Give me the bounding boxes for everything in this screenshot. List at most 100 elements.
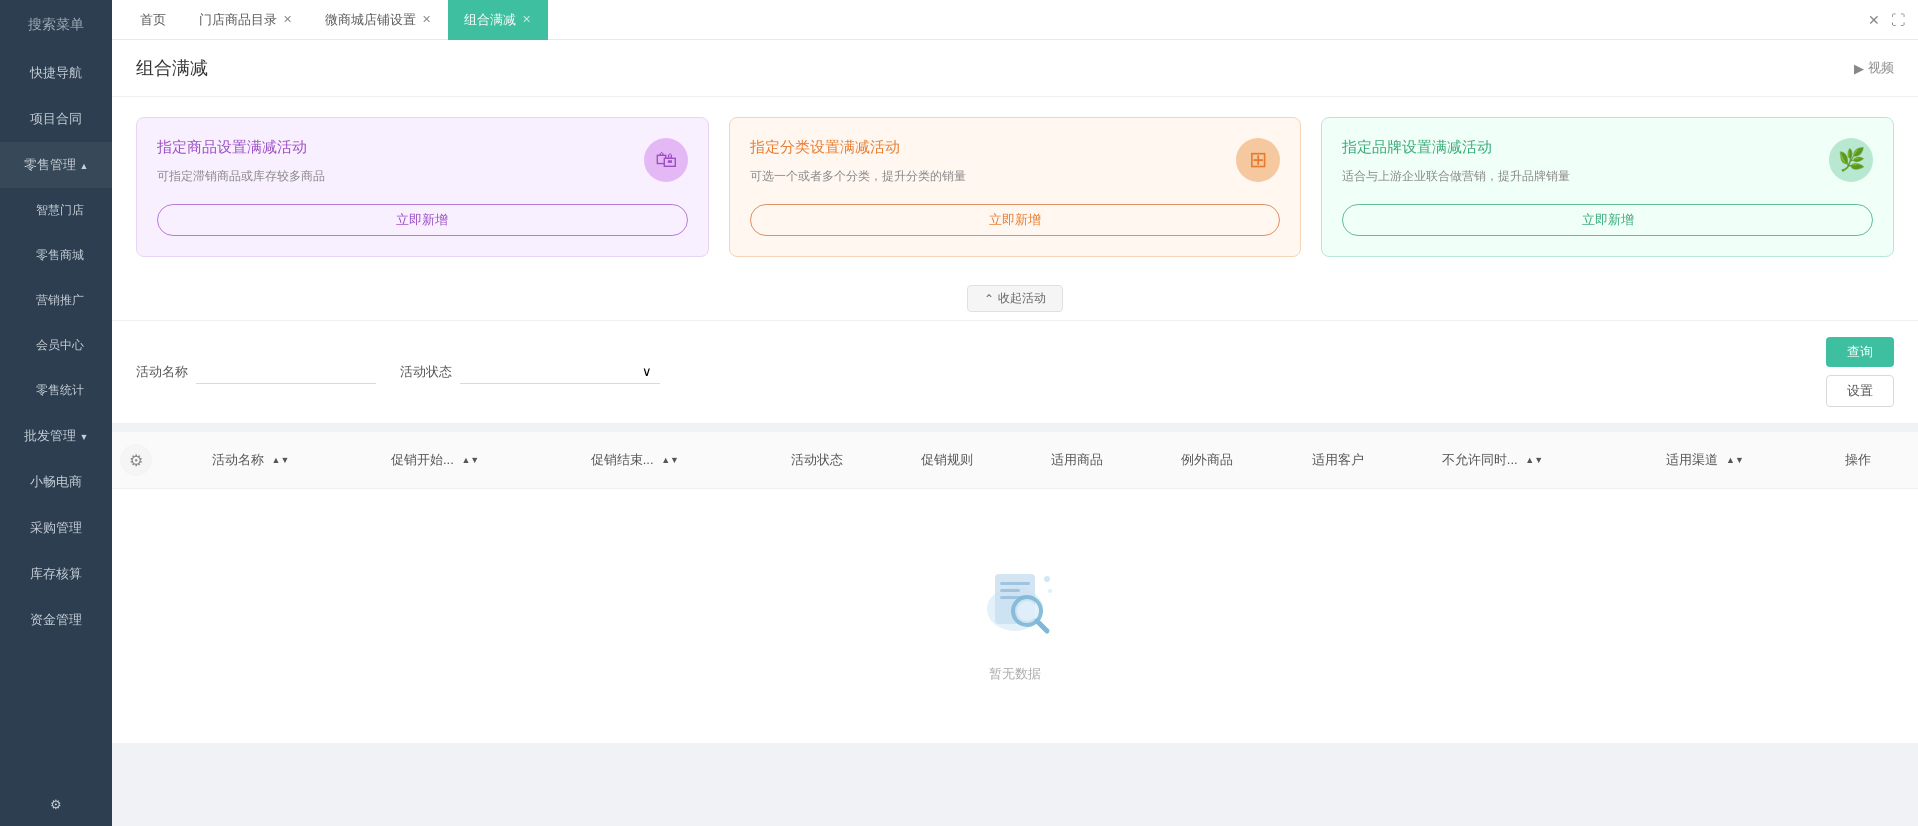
th-settings: ⚙ (112, 432, 204, 489)
search-bar: 活动名称 活动状态 ∨ 查询 设置 (112, 321, 1918, 424)
activity-table: ⚙ 活动名称 ▲▼ 促销开始... ▲▼ 促销结束... (112, 432, 1918, 489)
tab-combo-discount[interactable]: 组合满减 ✕ (448, 0, 548, 40)
main-area: 首页 门店商品目录 ✕ 微商城店铺设置 ✕ 组合满减 ✕ ✕ ⛶ 组合满减 ▶ … (112, 0, 1918, 826)
svg-point-6 (1017, 601, 1037, 621)
th-promo-rule: 促销规则 (913, 432, 1043, 489)
activity-name-input[interactable] (196, 360, 376, 384)
window-buttons: ✕ ⛶ (1866, 12, 1906, 28)
collapse-bar: ⌃ 收起活动 (112, 277, 1918, 321)
sidebar-search[interactable]: 搜索菜单 (0, 0, 112, 50)
sidebar-item-quick-nav[interactable]: 快捷导航 (0, 50, 112, 96)
th-promo-start: 促销开始... ▲▼ (383, 432, 583, 489)
th-operation-label: 操作 (1845, 452, 1871, 467)
th-promo-start-label: 促销开始... (391, 452, 454, 467)
activity-status-label: 活动状态 (400, 363, 452, 381)
svg-point-8 (1044, 576, 1050, 582)
sidebar-item-member-center[interactable]: 会员中心 (0, 323, 112, 368)
empty-text: 暂无数据 (989, 665, 1041, 683)
sidebar-item-retail-mgmt[interactable]: 零售管理 (0, 142, 112, 188)
video-link[interactable]: ▶ 视频 (1854, 59, 1894, 77)
svg-line-7 (1037, 621, 1047, 631)
product-card-add-button[interactable]: 立即新增 (157, 204, 688, 236)
brand-card-icon: 🌿 (1829, 138, 1873, 182)
brand-card-title: 指定品牌设置满减活动 (1342, 138, 1873, 157)
product-card-desc: 可指定滞销商品或库存较多商品 (157, 167, 688, 188)
tab-combo-discount-label: 组合满减 (464, 11, 516, 29)
sort-icon-no-same-time[interactable]: ▲▼ (1525, 456, 1543, 465)
tab-wechat-store[interactable]: 微商城店铺设置 ✕ (309, 0, 448, 40)
svg-rect-2 (1000, 582, 1030, 585)
th-operation: 操作 (1837, 432, 1918, 489)
product-card-title: 指定商品设置满减活动 (157, 138, 688, 157)
activity-name-label: 活动名称 (136, 363, 188, 381)
collapse-label: 收起活动 (998, 290, 1046, 307)
product-card-icon: 🛍 (644, 138, 688, 182)
th-applicable-channel-label: 适用渠道 (1666, 452, 1718, 467)
collapse-icon: ⌃ (984, 292, 994, 306)
empty-state-icon (965, 549, 1065, 649)
th-applicable-customer: 适用客户 (1304, 432, 1434, 489)
sort-icon-applicable-channel[interactable]: ▲▼ (1726, 456, 1744, 465)
activity-name-field: 活动名称 (136, 360, 376, 384)
activity-status-select[interactable]: ∨ (460, 360, 660, 384)
svg-rect-3 (1000, 589, 1020, 592)
sidebar-item-marketing[interactable]: 营销推广 (0, 278, 112, 323)
category-card-add-button[interactable]: 立即新增 (750, 204, 1281, 236)
settings-button[interactable]: 设置 (1826, 375, 1894, 407)
query-button[interactable]: 查询 (1826, 337, 1894, 367)
sidebar-item-project-contract[interactable]: 项目合同 (0, 96, 112, 142)
th-activity-status-label: 活动状态 (791, 452, 843, 467)
empty-state: 暂无数据 (112, 489, 1918, 743)
th-applicable-goods-label: 适用商品 (1051, 452, 1103, 467)
sidebar-item-purchase-mgmt[interactable]: 采购管理 (0, 505, 112, 551)
sort-icon-activity-name[interactable]: ▲▼ (272, 456, 290, 465)
sidebar-item-wholesale-mgmt[interactable]: 批发管理 (0, 413, 112, 459)
th-promo-end: 促销结束... ▲▼ (583, 432, 783, 489)
th-applicable-channel: 适用渠道 ▲▼ (1658, 432, 1837, 489)
th-applicable-customer-label: 适用客户 (1312, 452, 1364, 467)
th-applicable-goods: 适用商品 (1043, 432, 1173, 489)
tab-wechat-store-close[interactable]: ✕ (422, 13, 431, 26)
product-promo-card: 🛍 指定商品设置满减活动 可指定滞销商品或库存较多商品 立即新增 (136, 117, 709, 257)
tab-home-label: 首页 (140, 11, 166, 29)
sidebar-item-xiaochange[interactable]: 小畅电商 (0, 459, 112, 505)
table-wrapper: ⚙ 活动名称 ▲▼ 促销开始... ▲▼ 促销结束... (112, 432, 1918, 743)
tab-home[interactable]: 首页 (124, 0, 183, 40)
th-activity-status: 活动状态 (783, 432, 913, 489)
th-activity-name: 活动名称 ▲▼ (204, 432, 383, 489)
sidebar-settings[interactable]: ⚙ (0, 783, 112, 826)
tab-combo-discount-close[interactable]: ✕ (522, 13, 531, 26)
category-card-desc: 可选一个或者多个分类，提升分类的销量 (750, 167, 1281, 188)
chevron-down-icon: ∨ (642, 364, 652, 379)
tab-store-catalog-label: 门店商品目录 (199, 11, 277, 29)
table-header-row: ⚙ 活动名称 ▲▼ 促销开始... ▲▼ 促销结束... (112, 432, 1918, 489)
maximize-window-button[interactable]: ⛶ (1890, 12, 1906, 28)
content-area: 组合满减 ▶ 视频 🛍 指定商品设置满减活动 可指定滞销商品或库存较多商品 立即… (112, 40, 1918, 826)
tab-wechat-store-label: 微商城店铺设置 (325, 11, 416, 29)
table-section: ⚙ 活动名称 ▲▼ 促销开始... ▲▼ 促销结束... (112, 432, 1918, 743)
category-promo-card: ⊞ 指定分类设置满减活动 可选一个或者多个分类，提升分类的销量 立即新增 (729, 117, 1302, 257)
sidebar-item-finance[interactable]: 资金管理 (0, 597, 112, 643)
tab-store-catalog-close[interactable]: ✕ (283, 13, 292, 26)
th-promo-rule-label: 促销规则 (921, 452, 973, 467)
brand-promo-card: 🌿 指定品牌设置满减活动 适合与上游企业联合做营销，提升品牌销量 立即新增 (1321, 117, 1894, 257)
th-activity-name-label: 活动名称 (212, 452, 264, 467)
brand-card-add-button[interactable]: 立即新增 (1342, 204, 1873, 236)
close-window-button[interactable]: ✕ (1866, 12, 1882, 28)
sidebar-item-retail-stats[interactable]: 零售统计 (0, 368, 112, 413)
sidebar-item-retail-mall[interactable]: 零售商城 (0, 233, 112, 278)
sidebar-item-inventory[interactable]: 库存核算 (0, 551, 112, 597)
sort-icon-promo-start[interactable]: ▲▼ (461, 456, 479, 465)
page-title: 组合满减 (136, 56, 208, 80)
th-no-same-time: 不允许同时... ▲▼ (1434, 432, 1659, 489)
tab-store-catalog[interactable]: 门店商品目录 ✕ (183, 0, 309, 40)
table-gear-icon[interactable]: ⚙ (120, 444, 152, 476)
sidebar-item-smart-store[interactable]: 智慧门店 (0, 188, 112, 233)
svg-point-9 (1048, 589, 1052, 593)
brand-card-desc: 适合与上游企业联合做营销，提升品牌销量 (1342, 167, 1873, 188)
sort-icon-promo-end[interactable]: ▲▼ (661, 456, 679, 465)
collapse-activities-button[interactable]: ⌃ 收起活动 (967, 285, 1063, 312)
th-exception-goods-label: 例外商品 (1181, 452, 1233, 467)
sidebar: 搜索菜单 快捷导航 项目合同 零售管理 智慧门店 零售商城 营销推广 会员中心 … (0, 0, 112, 826)
cards-row: 🛍 指定商品设置满减活动 可指定滞销商品或库存较多商品 立即新增 ⊞ 指定分类设… (136, 117, 1894, 257)
